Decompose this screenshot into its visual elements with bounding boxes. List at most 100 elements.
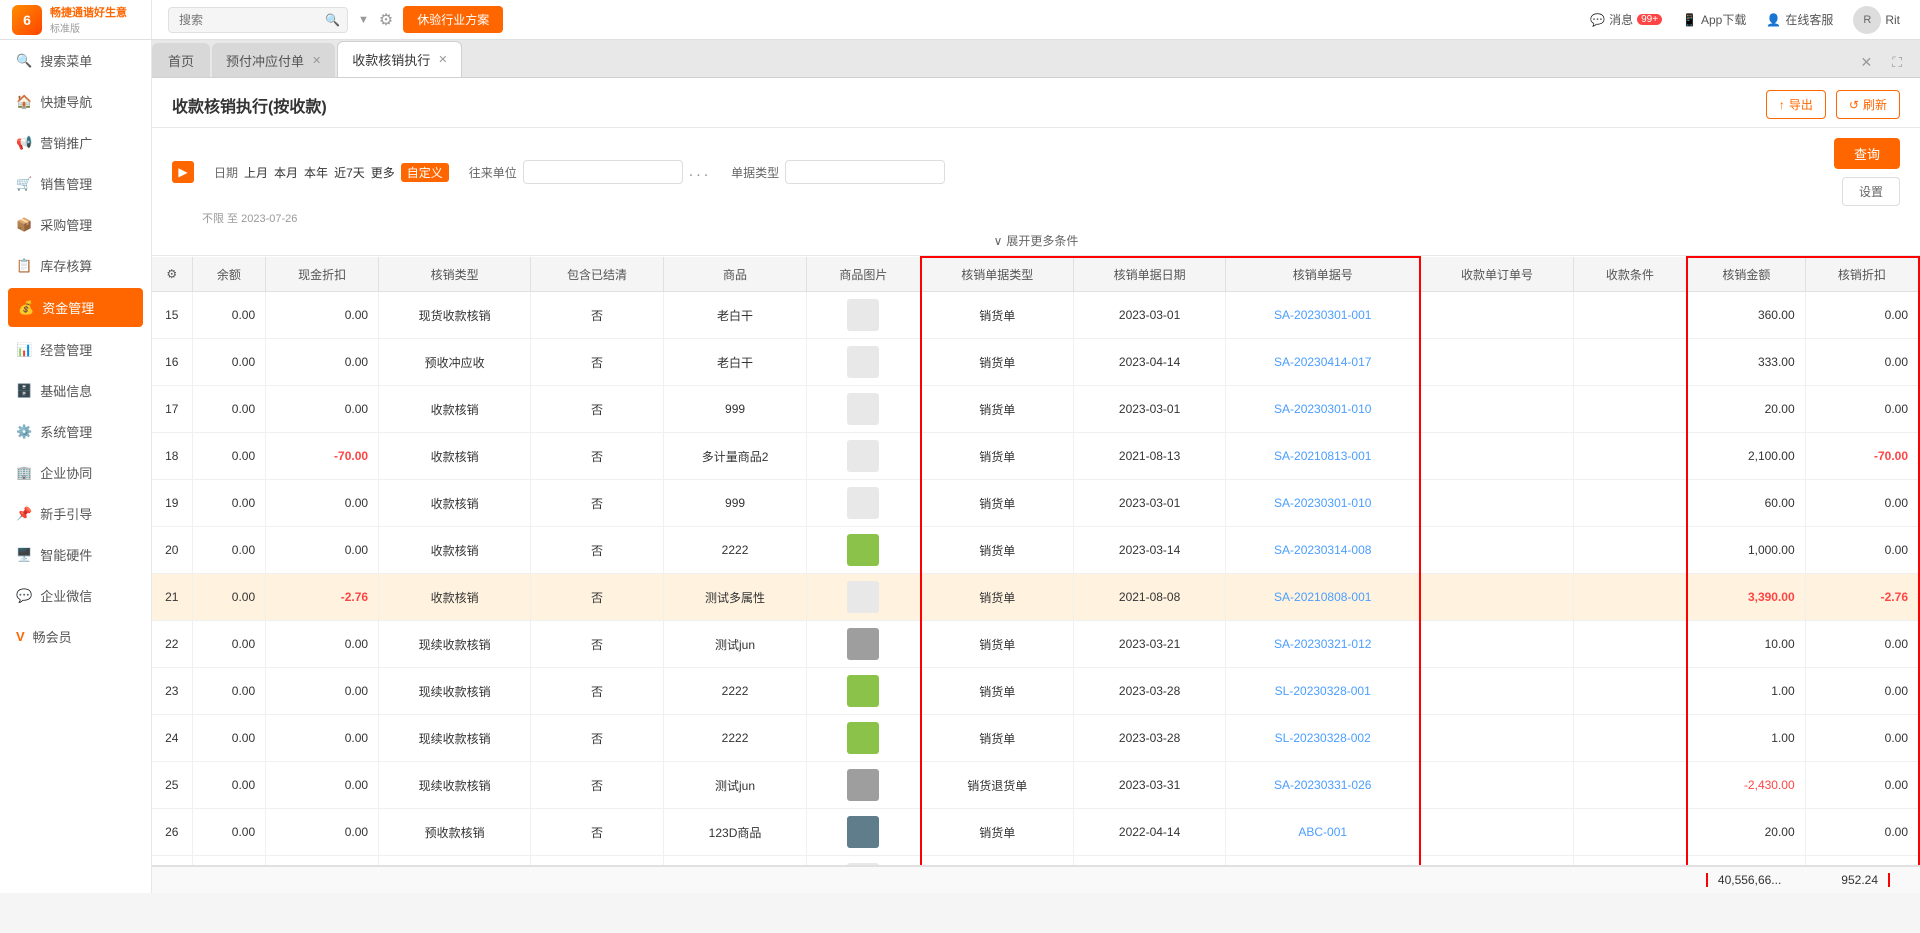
query-btn[interactable]: 查询 [1834,138,1900,169]
col-header-cancel-bill-type: 核销单据类型 [921,257,1074,292]
cell-receipt-condition [1573,762,1687,809]
cell-cancel-bill-date: 2023-03-21 [1074,621,1226,668]
settings-gear-icon[interactable]: ⚙ [379,10,393,30]
cell-balance: 0.00 [192,386,266,433]
cell-cancel-bill-no[interactable]: SA-20230301-010 [1226,386,1421,433]
online-service-btn[interactable]: 👤 在线客服 [1766,11,1833,28]
cell-receipt-order-no [1420,715,1573,762]
tab-home[interactable]: 首页 [152,43,210,77]
cell-cancel-bill-no[interactable]: SA-20230321-012 [1226,621,1421,668]
cell-product: 2222 [663,527,806,574]
industry-btn[interactable]: 休验行业方案 [403,6,503,33]
app-download-btn[interactable]: 📱 App下载 [1682,11,1746,28]
sidebar-item-purchase[interactable]: 📦 采购管理 [0,204,151,245]
cell-cancel-discount: 0.00 [1805,762,1919,809]
sidebar-item-marketing[interactable]: 📢 营销推广 [0,122,151,163]
col-header-cancel-type: 核销类型 [379,257,531,292]
col-header-cancel-discount: 核销折扣 [1805,257,1919,292]
cell-cancel-bill-no[interactable]: SA-20230301-001 [1226,292,1421,339]
receipt-type-label: 单据类型 [731,164,779,181]
sidebar-item-hardware[interactable]: 🖥️ 智能硬件 [0,534,151,575]
col-header-settings[interactable]: ⚙ [152,257,192,292]
cell-cancel-bill-no[interactable]: ABC-001 [1226,809,1421,856]
cell-balance: 0.00 [192,527,266,574]
col-header-receipt-order-no: 收款单订单号 [1420,257,1573,292]
cell-cancel-type: 收款核销 [379,574,531,621]
sidebar-item-quick-nav[interactable]: 🏠 快捷导航 [0,81,151,122]
tab-collection-close-icon[interactable]: ✕ [438,53,447,66]
date-filter-label: 日期 [214,164,238,181]
system-icon: ⚙️ [16,424,32,440]
sidebar-item-member[interactable]: V 畅会员 [0,616,151,657]
online-service-label: 在线客服 [1785,11,1833,28]
counterparty-input[interactable] [523,160,683,184]
cell-receipt-order-no [1420,809,1573,856]
cell-cancel-bill-no[interactable]: SA-20230331-026 [1226,762,1421,809]
sidebar-item-operations[interactable]: 📊 经营管理 [0,329,151,370]
refresh-btn[interactable]: ↺ 刷新 [1836,90,1900,119]
sidebar-item-basic-info[interactable]: 🗄️ 基础信息 [0,370,151,411]
cell-product-image [807,574,921,621]
tab-prepay[interactable]: 预付冲应付单 ✕ [212,43,335,77]
cell-receipt-condition [1573,809,1687,856]
user-avatar[interactable]: R Rit [1853,6,1900,34]
sidebar-item-sales[interactable]: 🛒 销售管理 [0,163,151,204]
cell-cash-discount: 0.00 [266,762,379,809]
cell-cancel-bill-no[interactable]: SA-20230414-017 [1226,339,1421,386]
notification-btn[interactable]: 💬 消息 99+ [1590,11,1662,28]
cell-cancel-discount: 0.00 [1805,621,1919,668]
filter-expand-arrow[interactable]: ▶ [172,161,194,183]
dropdown-arrow-icon[interactable]: ▼ [358,14,369,26]
date-more[interactable]: 更多 [371,164,395,181]
receipt-type-select[interactable] [785,160,945,184]
cell-include-cleared: 否 [531,386,664,433]
tab-collection[interactable]: 收款核销执行 ✕ [337,41,462,77]
settings-btn[interactable]: 设置 [1842,177,1900,206]
sidebar-item-finance[interactable]: 💰 资金管理 [8,288,143,327]
tab-maximize-icon[interactable]: ⛶ [1886,52,1908,73]
sidebar-item-enterprise[interactable]: 🏢 企业协同 [0,452,151,493]
inventory-icon: 📋 [16,258,32,274]
cell-cancel-type: 收款核销 [379,527,531,574]
date-7days[interactable]: 近7天 [334,164,365,181]
tab-close-all-icon[interactable]: ✕ [1854,52,1878,73]
cell-cancel-type: 现续收款核销 [379,715,531,762]
top-search-input[interactable] [168,7,348,33]
sidebar-item-search[interactable]: 🔍 搜索菜单 [0,40,151,81]
export-btn[interactable]: ↑ 导出 [1766,90,1826,119]
expand-more-btn[interactable]: ∨ 展开更多条件 [994,232,1079,249]
cell-cancel-discount: 0.00 [1805,668,1919,715]
cell-cancel-amount: 1.00 [1687,715,1805,762]
cell-include-cleared: 否 [531,809,664,856]
cell-cancel-bill-no[interactable]: SA-20230314-008 [1226,527,1421,574]
sidebar-item-wechat[interactable]: 💬 企业微信 [0,575,151,616]
sidebar-item-system[interactable]: ⚙️ 系统管理 [0,411,151,452]
date-last-month[interactable]: 上月 [244,164,268,181]
app-logo-icon: 6 [12,5,42,35]
cell-cancel-bill-type: 销货单 [921,715,1074,762]
cell-cancel-bill-no[interactable]: SA-20210813-001 [1226,433,1421,480]
cell-cancel-amount: 20.00 [1687,386,1805,433]
cell-cancel-discount: -2.76 [1805,574,1919,621]
cell-cancel-bill-no[interactable]: SA-20210808-001 [1226,574,1421,621]
date-custom-btn[interactable]: 自定义 [401,163,449,182]
date-this-year[interactable]: 本年 [304,164,328,181]
cell-row-num: 21 [152,574,192,621]
cell-cancel-bill-no[interactable]: SA-20230301-010 [1226,480,1421,527]
cell-cancel-bill-no[interactable]: SL-20230328-001 [1226,668,1421,715]
cell-balance: 0.00 [192,339,266,386]
member-icon: V [16,629,25,644]
cell-product: 999 [663,386,806,433]
cell-cancel-amount: 60.00 [1687,480,1805,527]
cell-cancel-bill-no[interactable]: SL-20230328-002 [1226,715,1421,762]
cell-product-image [807,809,921,856]
cell-receipt-order-no [1420,433,1573,480]
cell-cancel-discount: 0.00 [1805,292,1919,339]
sidebar-item-inventory[interactable]: 📋 库存核算 [0,245,151,286]
sidebar-item-guide[interactable]: 📌 新手引导 [0,493,151,534]
date-this-month[interactable]: 本月 [274,164,298,181]
col-header-product: 商品 [663,257,806,292]
cell-balance: 0.00 [192,292,266,339]
tab-prepay-close-icon[interactable]: ✕ [312,54,321,67]
cell-cash-discount: 0.00 [266,527,379,574]
